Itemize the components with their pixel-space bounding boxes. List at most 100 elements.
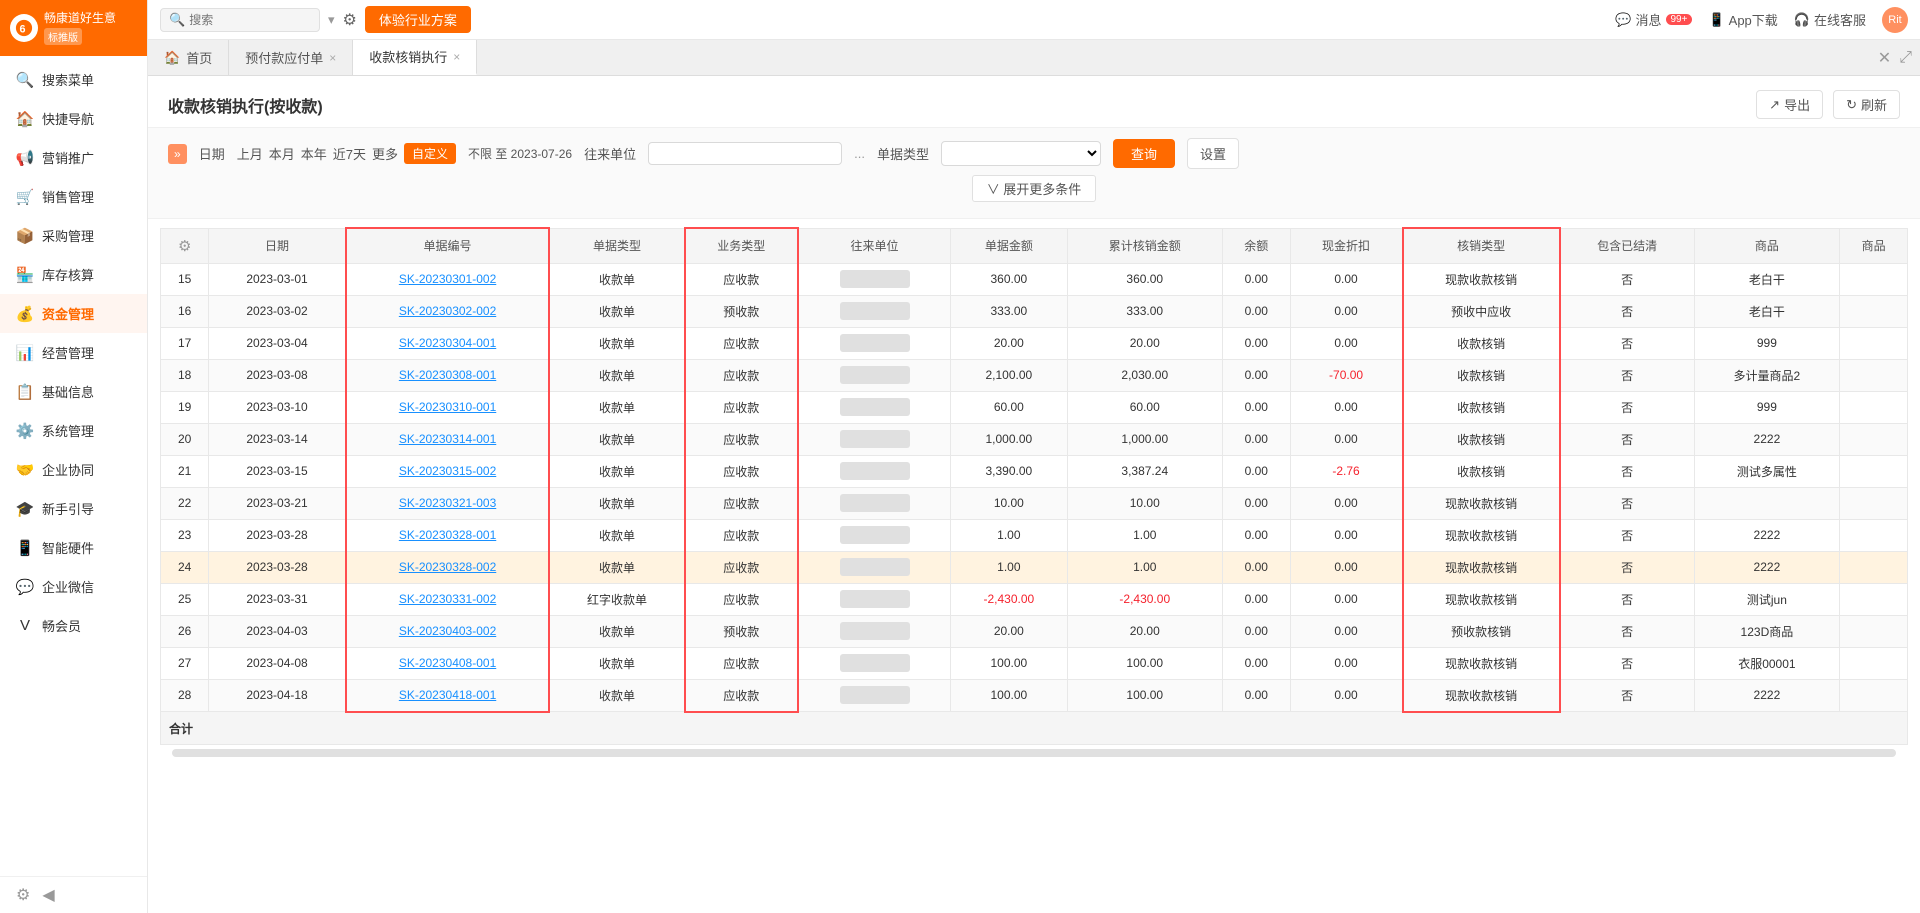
td-biz-type: 应收款 (685, 391, 798, 423)
tab-home[interactable]: 🏠 首页 (148, 40, 229, 75)
bill-no-link[interactable]: SK-20230310-001 (399, 400, 496, 414)
td-bill-no[interactable]: SK-20230408-001 (346, 647, 550, 679)
tab-prepayment[interactable]: 预付款应付单 × (229, 40, 353, 75)
message-item[interactable]: 💬 消息 99+ (1615, 10, 1692, 29)
search-input[interactable] (189, 13, 309, 27)
counterpart-label: 往来单位 (584, 144, 636, 163)
sidebar-item-库存核算[interactable]: 🏪库存核算 (0, 255, 147, 294)
bill-no-link[interactable]: SK-20230302-002 (399, 304, 496, 318)
app-download-item[interactable]: 📱 App下载 (1708, 10, 1777, 29)
bill-no-link[interactable]: SK-20230328-002 (399, 560, 496, 574)
bill-no-link[interactable]: SK-20230403-002 (399, 624, 496, 638)
td-bill-no[interactable]: SK-20230315-002 (346, 455, 550, 487)
td-goods: 2222 (1694, 679, 1840, 712)
sidebar-item-畅会员[interactable]: V畅会员 (0, 606, 147, 645)
sidebar-item-基础信息[interactable]: 📋基础信息 (0, 372, 147, 411)
td-bill-no[interactable]: SK-20230418-001 (346, 679, 550, 712)
bill-no-link[interactable]: SK-20230328-001 (399, 528, 496, 542)
settings-bottom-icon[interactable]: ⚙ (16, 885, 30, 905)
bill-no-link[interactable]: SK-20230301-002 (399, 272, 496, 286)
sidebar-item-label: 新手引导 (42, 499, 94, 518)
td-bill-no[interactable]: SK-20230304-001 (346, 327, 550, 359)
td-bill-no[interactable]: SK-20230308-001 (346, 359, 550, 391)
query-button[interactable]: 查询 (1113, 139, 1175, 168)
page-header: 收款核销执行(按收款) ↗ 导出 ↻ 刷新 (148, 76, 1920, 128)
refresh-icon: ↻ (1846, 97, 1857, 113)
filter-expand-button[interactable]: » (168, 144, 187, 164)
bill-no-link[interactable]: SK-20230314-001 (399, 432, 496, 446)
sidebar-item-销售管理[interactable]: 🛒销售管理 (0, 177, 147, 216)
table-row: 28 2023-04-18 SK-20230418-001 收款单 应收款 ██… (161, 679, 1908, 712)
custom-date-button[interactable]: 自定义 (404, 143, 456, 164)
td-goods (1694, 487, 1840, 519)
tab-prepayment-close[interactable]: × (329, 51, 336, 65)
date-opt-more[interactable]: 更多 (372, 144, 398, 163)
expand-icon[interactable]: ⤢ (1899, 49, 1912, 67)
td-bill-no[interactable]: SK-20230331-002 (346, 583, 550, 615)
td-amount: 1.00 (951, 519, 1067, 551)
td-has-settled: 否 (1560, 551, 1694, 583)
bill-no-link[interactable]: SK-20230315-002 (399, 464, 496, 478)
bill-no-link[interactable]: SK-20230331-002 (399, 592, 496, 606)
online-service-item[interactable]: 🎧 在线客服 (1794, 10, 1866, 29)
td-bill-no[interactable]: SK-20230403-002 (346, 615, 550, 647)
table-row: 27 2023-04-08 SK-20230408-001 收款单 应收款 ██… (161, 647, 1908, 679)
refresh-button[interactable]: ↻ 刷新 (1833, 90, 1900, 119)
date-opt-this-year[interactable]: 本年 (301, 144, 327, 163)
sidebar-menu: 🔍搜索菜单🏠快捷导航📢营销推广🛒销售管理📦采购管理🏪库存核算💰资金管理📊经营管理… (0, 56, 147, 876)
td-counterpart: ████ (798, 455, 951, 487)
td-amount: 1,000.00 (951, 423, 1067, 455)
bill-no-link[interactable]: SK-20230304-001 (399, 336, 496, 350)
tab-verify-close[interactable]: × (453, 50, 460, 64)
more-dots[interactable]: ... (854, 146, 865, 161)
td-bill-no[interactable]: SK-20230314-001 (346, 423, 550, 455)
export-button[interactable]: ↗ 导出 (1756, 90, 1823, 119)
td-balance: 0.00 (1222, 679, 1290, 712)
td-bill-no[interactable]: SK-20230302-002 (346, 295, 550, 327)
counterpart-input[interactable] (648, 142, 842, 165)
expand-more-button[interactable]: ∨ 展开更多条件 (972, 175, 1097, 202)
td-accum-amount: 1,000.00 (1067, 423, 1222, 455)
th-cash-disc: 现金折扣 (1290, 228, 1402, 263)
td-bill-no[interactable]: SK-20230328-001 (346, 519, 550, 551)
sidebar-item-新手引导[interactable]: 🎓新手引导 (0, 489, 147, 528)
th-settings[interactable]: ⚙ (161, 228, 209, 263)
tab-verify[interactable]: 收款核销执行 × (353, 40, 477, 75)
gear-icon[interactable]: ⚙ (343, 10, 357, 30)
sidebar-item-采购管理[interactable]: 📦采购管理 (0, 216, 147, 255)
bill-no-link[interactable]: SK-20230308-001 (399, 368, 496, 382)
bill-no-link[interactable]: SK-20230418-001 (399, 688, 496, 702)
setting-button[interactable]: 设置 (1187, 138, 1239, 169)
bill-no-link[interactable]: SK-20230321-003 (399, 496, 496, 510)
table-scrollbar[interactable] (172, 749, 1896, 757)
bill-type-select[interactable] (941, 141, 1101, 166)
sidebar-item-智能硬件[interactable]: 📱智能硬件 (0, 528, 147, 567)
column-settings-icon[interactable]: ⚙ (178, 238, 191, 255)
table-row: 23 2023-03-28 SK-20230328-001 收款单 应收款 ██… (161, 519, 1908, 551)
industry-solution-button[interactable]: 体验行业方案 (365, 6, 471, 33)
date-opt-this-month[interactable]: 本月 (269, 144, 295, 163)
td-verify-type: 预收中应收 (1403, 295, 1560, 327)
sidebar-item-系统管理[interactable]: ⚙️系统管理 (0, 411, 147, 450)
td-amount: 100.00 (951, 647, 1067, 679)
sidebar-item-资金管理[interactable]: 💰资金管理 (0, 294, 147, 333)
sidebar-item-搜索菜单[interactable]: 🔍搜索菜单 (0, 60, 147, 99)
td-no: 16 (161, 295, 209, 327)
td-bill-no[interactable]: SK-20230310-001 (346, 391, 550, 423)
date-opt-7days[interactable]: 近7天 (333, 144, 366, 163)
td-bill-no[interactable]: SK-20230328-002 (346, 551, 550, 583)
td-bill-no[interactable]: SK-20230301-002 (346, 263, 550, 295)
date-opt-last-month[interactable]: 上月 (237, 144, 263, 163)
sidebar-item-快捷导航[interactable]: 🏠快捷导航 (0, 99, 147, 138)
close-window-icon[interactable]: ✕ (1878, 48, 1891, 68)
bill-no-link[interactable]: SK-20230408-001 (399, 656, 496, 670)
collapse-icon[interactable]: ◀ (42, 885, 54, 905)
td-counterpart: ████ (798, 647, 951, 679)
sidebar-item-企业协同[interactable]: 🤝企业协同 (0, 450, 147, 489)
avatar[interactable]: Rit (1882, 7, 1908, 33)
sidebar-item-营销推广[interactable]: 📢营销推广 (0, 138, 147, 177)
sidebar-item-企业微信[interactable]: 💬企业微信 (0, 567, 147, 606)
sidebar-item-经营管理[interactable]: 📊经营管理 (0, 333, 147, 372)
td-bill-no[interactable]: SK-20230321-003 (346, 487, 550, 519)
th-goods: 商品 (1694, 228, 1840, 263)
